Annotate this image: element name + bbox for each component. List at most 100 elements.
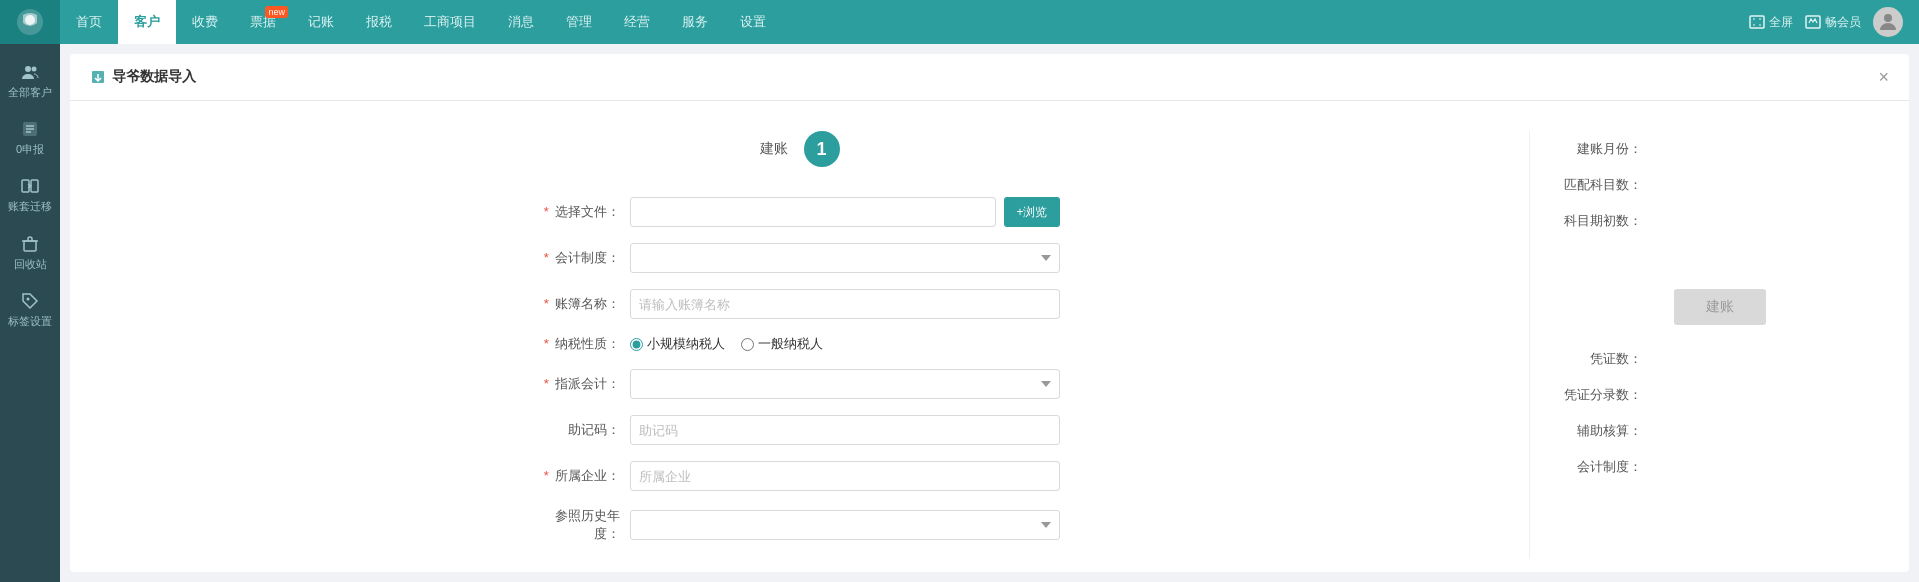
voucher-entries-row: 凭证分录数： xyxy=(1560,377,1879,413)
memo-label: 助记码： xyxy=(540,421,630,439)
fullscreen-btn[interactable]: 全屏 xyxy=(1749,14,1793,31)
sidebar-item-tag[interactable]: 标签设置 xyxy=(3,283,57,336)
import-icon xyxy=(90,69,106,85)
nav-item-home[interactable]: 首页 xyxy=(60,0,118,44)
svg-point-4 xyxy=(1884,14,1892,22)
sidebar-item-zero-report[interactable]: 0申报 xyxy=(3,111,57,164)
step-circle: 1 xyxy=(804,131,840,167)
ledger-name-label: 账簿名称： xyxy=(540,295,630,313)
accountant-row: 指派会计： xyxy=(540,369,1060,399)
svg-rect-2 xyxy=(1750,16,1764,28)
accounting-system-label: 会计制度： xyxy=(540,249,630,267)
sidebar: 全部客户 0申报 账套迁移 回收站 标签设置 xyxy=(0,44,60,582)
nav-item-tax[interactable]: 报税 xyxy=(350,0,408,44)
sidebar-item-zero-report-label: 0申报 xyxy=(16,143,44,156)
sidebar-item-recycle[interactable]: 回收站 xyxy=(3,226,57,279)
vip-label: 畅会员 xyxy=(1825,14,1861,31)
company-input[interactable] xyxy=(630,461,1060,491)
accountant-control xyxy=(630,369,1060,399)
nav-item-operation[interactable]: 经营 xyxy=(608,0,666,44)
file-control: +浏览 xyxy=(630,197,1060,227)
memo-input[interactable] xyxy=(630,415,1060,445)
history-year-label: 参照历史年度： xyxy=(540,507,630,543)
info-accounting-system-label: 会计制度： xyxy=(1560,458,1650,476)
history-year-row: 参照历史年度： xyxy=(540,507,1060,543)
accountant-select[interactable] xyxy=(630,369,1060,399)
memo-row: 助记码： xyxy=(540,415,1060,445)
create-month-row: 建账月份： xyxy=(1560,131,1879,167)
form-table: 选择文件： +浏览 会计制度： xyxy=(540,197,1060,559)
dialog-title-text: 导爷数据导入 xyxy=(112,68,196,86)
info-section: 建账月份： 匹配科目数： 科目期初数： 建账 凭证 xyxy=(1529,131,1909,559)
logo[interactable] xyxy=(0,0,60,44)
sidebar-item-tag-label: 标签设置 xyxy=(8,315,52,328)
tax-type-general[interactable]: 一般纳税人 xyxy=(741,335,823,353)
nav-item-business[interactable]: 工商项目 xyxy=(408,0,492,44)
svg-point-6 xyxy=(32,67,37,72)
voucher-entries-label: 凭证分录数： xyxy=(1560,386,1650,404)
company-row: 所属企业： xyxy=(540,461,1060,491)
nav-items: 首页 客户 收费 票据 new 记账 报税 工商项目 消息 管理 经营 服务 设… xyxy=(60,0,1749,44)
nav-item-settings[interactable]: 设置 xyxy=(724,0,782,44)
dialog-body: 建账 1 选择文件： +浏览 xyxy=(70,101,1909,582)
file-input[interactable] xyxy=(630,197,997,227)
nav-item-message[interactable]: 消息 xyxy=(492,0,550,44)
voucher-label: 凭证数： xyxy=(1560,350,1650,368)
dialog-header: 导爷数据导入 × xyxy=(70,54,1909,101)
nav-item-ledger[interactable]: 记账 xyxy=(292,0,350,44)
form-section: 建账 1 选择文件： +浏览 xyxy=(70,131,1529,559)
main-layout: 全部客户 0申报 账套迁移 回收站 标签设置 xyxy=(0,44,1919,582)
dialog-panel: 导爷数据导入 × 建账 1 选择文件： xyxy=(70,54,1909,572)
fullscreen-label: 全屏 xyxy=(1769,14,1793,31)
sidebar-item-recycle-label: 回收站 xyxy=(14,258,47,271)
tax-type-control: 小规模纳税人 一般纳税人 xyxy=(630,335,1060,353)
accounting-system-row: 会计制度： xyxy=(540,243,1060,273)
accounting-system-select[interactable] xyxy=(630,243,1060,273)
match-subject-row: 匹配科目数： xyxy=(1560,167,1879,203)
voucher-row: 凭证数： xyxy=(1560,341,1879,377)
nav-item-fee[interactable]: 收费 xyxy=(176,0,234,44)
accountant-label: 指派会计： xyxy=(540,375,630,393)
history-year-select[interactable] xyxy=(630,510,1060,540)
svg-rect-10 xyxy=(24,241,36,251)
match-subject-label: 匹配科目数： xyxy=(1560,176,1650,194)
close-button[interactable]: × xyxy=(1878,68,1889,86)
svg-rect-8 xyxy=(22,180,29,192)
avatar[interactable] xyxy=(1873,7,1903,37)
nav-item-service[interactable]: 服务 xyxy=(666,0,724,44)
nav-item-manage[interactable]: 管理 xyxy=(550,0,608,44)
file-label: 选择文件： xyxy=(540,203,630,221)
top-nav: 首页 客户 收费 票据 new 记账 报税 工商项目 消息 管理 经营 服务 设… xyxy=(0,0,1919,44)
accounting-system-control xyxy=(630,243,1060,273)
step-label: 建账 xyxy=(760,140,788,158)
memo-control xyxy=(630,415,1060,445)
tax-type-small[interactable]: 小规模纳税人 xyxy=(630,335,725,353)
step-indicator: 建账 1 xyxy=(760,131,840,167)
tax-type-label: 纳税性质： xyxy=(540,335,630,353)
browse-button[interactable]: +浏览 xyxy=(1004,197,1059,227)
aux-calc-label: 辅助核算： xyxy=(1560,422,1650,440)
file-row: 选择文件： +浏览 xyxy=(540,197,1060,227)
create-account-button[interactable]: 建账 xyxy=(1674,289,1766,325)
dialog-title: 导爷数据导入 xyxy=(90,68,196,86)
sidebar-item-migrate[interactable]: 账套迁移 xyxy=(3,168,57,221)
subject-init-row: 科目期初数： xyxy=(1560,203,1879,239)
content: 导爷数据导入 × 建账 1 选择文件： xyxy=(60,44,1919,582)
nav-item-customer[interactable]: 客户 xyxy=(118,0,176,44)
history-year-control xyxy=(630,510,1060,540)
info-accounting-system-row: 会计制度： xyxy=(1560,449,1879,485)
svg-point-5 xyxy=(25,66,31,72)
company-label: 所属企业： xyxy=(540,467,630,485)
sidebar-item-all-customers-label: 全部客户 xyxy=(8,86,52,99)
company-control xyxy=(630,461,1060,491)
svg-point-11 xyxy=(27,297,30,300)
ledger-name-row: 账簿名称： xyxy=(540,289,1060,319)
nav-right: 全屏 畅会员 xyxy=(1749,7,1919,37)
ledger-name-control xyxy=(630,289,1060,319)
create-month-label: 建账月份： xyxy=(1560,140,1650,158)
ledger-name-input[interactable] xyxy=(630,289,1060,319)
sidebar-item-all-customers[interactable]: 全部客户 xyxy=(3,54,57,107)
sidebar-item-migrate-label: 账套迁移 xyxy=(8,200,52,213)
vip-btn[interactable]: 畅会员 xyxy=(1805,14,1861,31)
nav-item-invoice[interactable]: 票据 new xyxy=(234,0,292,44)
